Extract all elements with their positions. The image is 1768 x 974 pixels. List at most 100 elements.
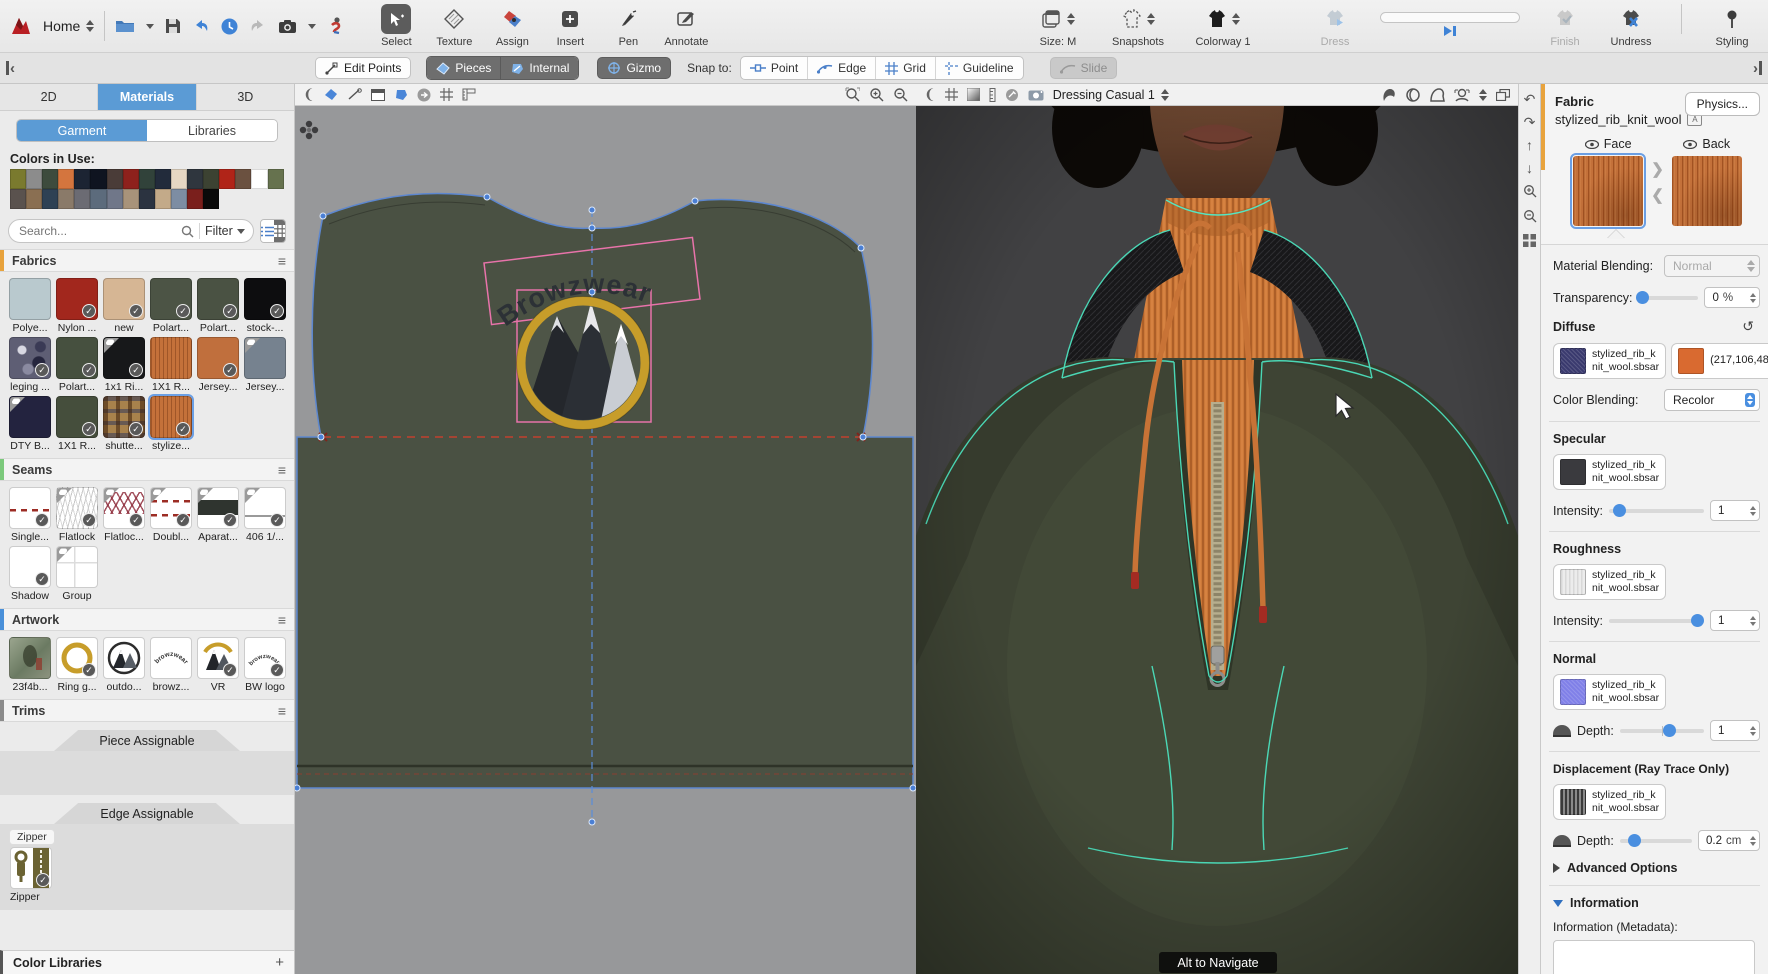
- fabric-swatch[interactable]: ✓: [150, 278, 192, 320]
- fabric-item[interactable]: Polye...: [8, 278, 52, 334]
- zoom-in-icon[interactable]: [1523, 184, 1537, 200]
- zoom-out-icon[interactable]: [1523, 209, 1537, 225]
- color-chip[interactable]: [123, 169, 139, 189]
- normal-depth-input[interactable]: 1: [1710, 720, 1760, 741]
- artwork-thumbnail[interactable]: ✓: [56, 637, 98, 679]
- fabric-item-selected[interactable]: ✓stylize...: [149, 396, 193, 452]
- pattern-canvas-2d[interactable]: Browzwear: [295, 106, 916, 974]
- insert-tool[interactable]: Insert: [544, 4, 596, 48]
- colorway-stepper[interactable]: [1232, 13, 1240, 25]
- skip-to-end-icon[interactable]: [1444, 26, 1456, 36]
- fabrics-section-header[interactable]: Fabrics ≡: [0, 249, 294, 272]
- save-icon[interactable]: [165, 18, 181, 34]
- seams-menu-icon[interactable]: ≡: [278, 462, 286, 478]
- zoom-select-icon[interactable]: [845, 87, 860, 102]
- seam-swatch[interactable]: ✓: [9, 487, 51, 529]
- open-chevron-icon[interactable]: [146, 24, 154, 29]
- fabric-swatch[interactable]: [9, 278, 51, 320]
- render-camera-icon[interactable]: [1028, 88, 1044, 101]
- displacement-map-card[interactable]: stylized_rib_knit_wool.sbsar: [1553, 784, 1666, 820]
- pieces-filter-icon[interactable]: [324, 88, 338, 101]
- specular-intensity-slider[interactable]: [1609, 504, 1704, 518]
- stitch-tool-icon[interactable]: [347, 88, 362, 101]
- artwork-thumbnail[interactable]: [9, 637, 51, 679]
- color-chip[interactable]: [74, 189, 90, 209]
- color-chip[interactable]: [171, 189, 187, 209]
- color-chip[interactable]: [58, 189, 74, 209]
- view-2d[interactable]: ❨: [295, 84, 916, 974]
- fabric-swatch[interactable]: ✓: [56, 278, 98, 320]
- color-chip[interactable]: [139, 169, 155, 189]
- colorway-control[interactable]: Colorway 1: [1187, 4, 1259, 48]
- seam-item[interactable]: ✓Shadow: [8, 546, 52, 602]
- color-chip[interactable]: [155, 169, 171, 189]
- artwork-thumbnail[interactable]: browzwear✓: [244, 637, 286, 679]
- seam-item[interactable]: ✓Single...: [8, 487, 52, 543]
- fabric-swatch[interactable]: [244, 337, 286, 379]
- normal-map-card[interactable]: stylized_rib_knit_wool.sbsar: [1553, 674, 1666, 710]
- artwork-menu-icon[interactable]: ≡: [278, 612, 286, 628]
- scene-selector-stepper[interactable]: [1161, 89, 1169, 101]
- advanced-options-toggle[interactable]: Advanced Options: [1553, 861, 1760, 875]
- pieces-toggle[interactable]: Pieces: [427, 57, 500, 79]
- history-icon[interactable]: [221, 18, 238, 35]
- fabric-swatch[interactable]: ✓: [103, 337, 145, 379]
- artwork-item[interactable]: 23f4b...: [8, 637, 52, 693]
- physics-button[interactable]: Physics...: [1685, 92, 1760, 116]
- zipper-thumbnail[interactable]: ✓: [10, 847, 52, 889]
- color-chip[interactable]: [268, 169, 284, 189]
- texture-tool[interactable]: Texture: [428, 4, 480, 48]
- annotate-3d-icon[interactable]: [1005, 88, 1019, 102]
- size-control[interactable]: Size: M: [1027, 4, 1089, 48]
- color-chip[interactable]: [42, 189, 58, 209]
- color-chip[interactable]: [90, 169, 106, 189]
- fabric-item[interactable]: ✓leging ...: [8, 337, 52, 393]
- color-chip[interactable]: [26, 169, 42, 189]
- fabric-swatch[interactable]: ✓: [103, 278, 145, 320]
- color-chip[interactable]: [155, 189, 171, 209]
- artwork-item[interactable]: ✓Ring g...: [55, 637, 99, 693]
- zoom-out-icon[interactable]: [893, 87, 908, 102]
- copy-to-face-icon[interactable]: ❮: [1651, 186, 1664, 204]
- internal-toggle[interactable]: Internal: [500, 57, 578, 79]
- color-chip[interactable]: [26, 189, 42, 209]
- color-chip[interactable]: [251, 169, 267, 189]
- seam-item[interactable]: ✓Doubl...: [149, 487, 193, 543]
- roughness-map-card[interactable]: stylized_rib_knit_wool.sbsar: [1553, 564, 1666, 600]
- color-chip[interactable]: [187, 169, 203, 189]
- background-icon[interactable]: [967, 88, 980, 101]
- trims-section-header[interactable]: Trims ≡: [0, 699, 294, 722]
- specular-map-card[interactable]: stylized_rib_knit_wool.sbsar: [1553, 454, 1666, 490]
- avatar-pose-icon[interactable]: [1454, 88, 1470, 102]
- avatar-stepper[interactable]: [1479, 89, 1487, 101]
- fabric-item[interactable]: ✓Nylon ...: [55, 278, 99, 334]
- pen-tool[interactable]: Pen: [602, 4, 654, 48]
- color-chip[interactable]: [107, 189, 123, 209]
- color-blending-select[interactable]: Recolor: [1664, 389, 1760, 411]
- edge-assignable-header[interactable]: Edge Assignable: [54, 803, 240, 824]
- add-color-library-button[interactable]: +: [275, 954, 284, 971]
- seam-item[interactable]: ✓406 1/...: [243, 487, 287, 543]
- annotate-tool[interactable]: Annotate: [660, 4, 712, 48]
- fabric-item[interactable]: 1X1 R...: [149, 337, 193, 393]
- snap-point-toggle[interactable]: Point: [741, 57, 807, 79]
- seam-swatch[interactable]: ✓: [103, 487, 145, 529]
- orbit-left-icon[interactable]: ↶: [1524, 92, 1536, 106]
- transparency-input[interactable]: 0 %: [1704, 287, 1760, 308]
- seam-item[interactable]: ✓Flatlock: [55, 487, 99, 543]
- fabric-swatch[interactable]: ✓: [197, 278, 239, 320]
- fabric-item[interactable]: Jersey...: [243, 337, 287, 393]
- ruler-icon[interactable]: [462, 88, 476, 101]
- artwork-item[interactable]: ✓VR: [196, 637, 240, 693]
- trims-menu-icon[interactable]: ≡: [278, 703, 286, 719]
- fabric-item[interactable]: DTY B...: [8, 396, 52, 452]
- artwork-item[interactable]: browzwear✓BW logo: [243, 637, 287, 693]
- roughness-intensity-input[interactable]: 1: [1710, 610, 1760, 631]
- seam-item[interactable]: Group: [55, 546, 99, 602]
- artwork-thumbnail[interactable]: browzwear: [150, 637, 192, 679]
- zoom-in-icon[interactable]: [869, 87, 884, 102]
- fabric-swatch[interactable]: ✓: [56, 337, 98, 379]
- snapshots-control[interactable]: Snapshots: [1103, 4, 1173, 48]
- diffuse-color-card[interactable]: (217,106,48): [1671, 343, 1768, 379]
- displacement-depth-slider[interactable]: [1620, 834, 1692, 848]
